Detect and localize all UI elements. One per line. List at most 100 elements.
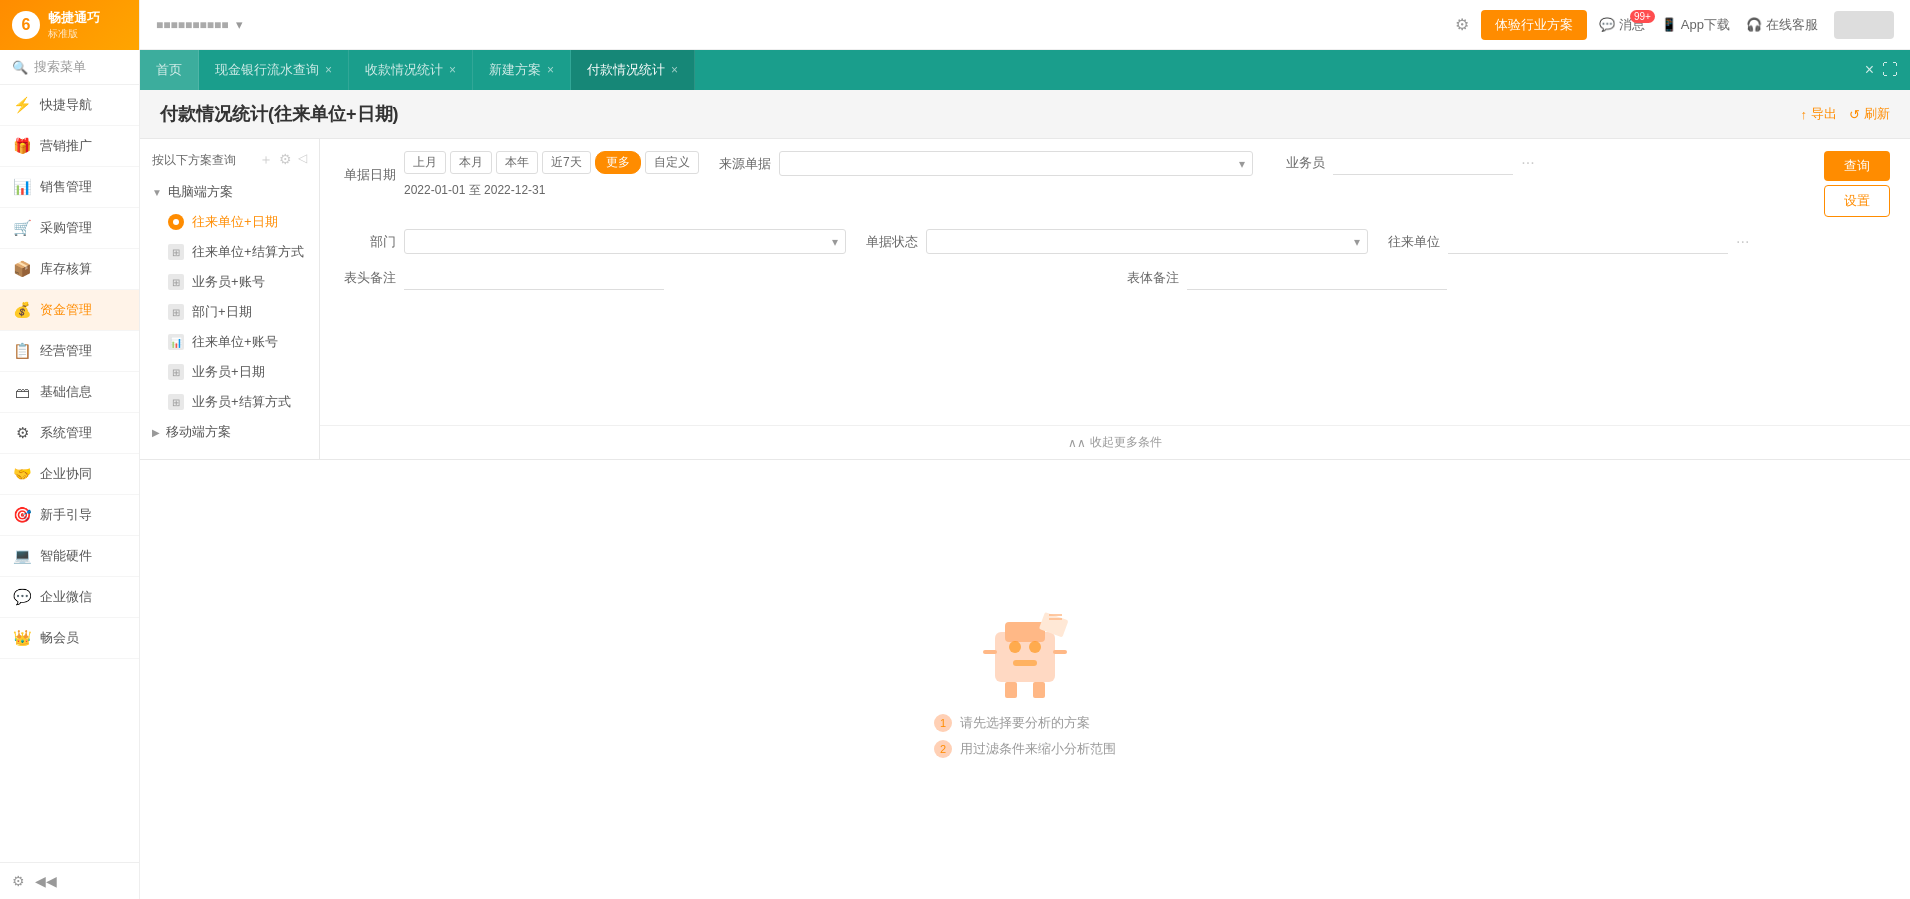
tab-cashflow-label: 现金银行流水查询 (215, 61, 319, 79)
date-btn-more[interactable]: 更多 (595, 151, 641, 174)
sidebar-item-basicinfo[interactable]: 🗃 基础信息 (0, 372, 139, 413)
logo-icon: 6 (12, 11, 40, 39)
desktop-group-arrow: ▼ (152, 187, 162, 198)
scheme-item-sales-account[interactable]: ⊞ 业务员+账号 (140, 267, 319, 297)
query-button[interactable]: 查询 (1824, 151, 1890, 181)
tab-cashflow[interactable]: 现金银行流水查询 × (199, 50, 349, 90)
date-btn-custom[interactable]: 自定义 (645, 151, 699, 174)
service-icon: 🎧 (1746, 17, 1762, 32)
sidebar-item-wecom[interactable]: 💬 企业微信 (0, 577, 139, 618)
filter-body-note-label: 表体备注 (1123, 269, 1179, 287)
scheme-panel-header: 按以下方案查询 ＋ ⚙ ◁ (140, 151, 319, 177)
sidebar-item-funds[interactable]: 💰 资金管理 (0, 290, 139, 331)
sidebar-item-collab-label: 企业协同 (40, 465, 92, 483)
message-icon: 💬 (1599, 17, 1615, 32)
svg-rect-8 (1005, 682, 1017, 698)
sidebar-item-member[interactable]: 👑 畅会员 (0, 618, 139, 659)
trial-industry-button[interactable]: 体验行业方案 (1481, 10, 1587, 40)
close-tab-icon[interactable]: × (1865, 61, 1874, 79)
add-scheme-icon[interactable]: ＋ (259, 151, 273, 169)
filter-body-note-input[interactable] (1187, 266, 1447, 290)
filter-docstatus-select-wrap (926, 229, 1368, 254)
sidebar-item-purchase[interactable]: 🛒 采购管理 (0, 208, 139, 249)
sidebar-item-system[interactable]: ⚙ 系统管理 (0, 413, 139, 454)
sidebar-item-member-label: 畅会员 (40, 629, 79, 647)
date-btn-this-month[interactable]: 本月 (450, 151, 492, 174)
settings-scheme-icon[interactable]: ⚙ (279, 151, 292, 169)
filter-header-note-input[interactable] (404, 266, 664, 290)
filter-source-select[interactable] (779, 151, 1254, 176)
collapse-filter-bar[interactable]: ∧∧ 收起更多条件 (320, 425, 1910, 459)
tab-receipts-close[interactable]: × (449, 63, 456, 77)
topbar-settings-icon[interactable]: ⚙ (1455, 15, 1469, 34)
filter-content: 单据日期 上月 本月 本年 近7天 更多 自定义 20 (320, 139, 1910, 425)
sidebar-item-guide[interactable]: 🎯 新手引导 (0, 495, 139, 536)
sidebar-item-operations[interactable]: 📋 经营管理 (0, 331, 139, 372)
filter-salesman-input[interactable] (1333, 151, 1513, 175)
filter-dept-select[interactable] (404, 229, 846, 254)
sidebar-item-inventory[interactable]: 📦 库存核算 (0, 249, 139, 290)
sidebar-item-marketing[interactable]: 🎁 营销推广 (0, 126, 139, 167)
messages-badge: 99+ (1630, 10, 1655, 23)
date-btn-7days[interactable]: 近7天 (542, 151, 591, 174)
scheme-item-partner-account[interactable]: 📊 往来单位+账号 (140, 327, 319, 357)
app-download-button[interactable]: 📱 App下载 (1661, 16, 1730, 34)
scheme-item-dept-date-label: 部门+日期 (192, 303, 252, 321)
messages-button[interactable]: 💬 消息 99+ (1599, 16, 1645, 34)
scheme-item-dept-date[interactable]: ⊞ 部门+日期 (140, 297, 319, 327)
collapse-filter-label: 收起更多条件 (1090, 434, 1162, 451)
filter-partner-more-icon[interactable]: ··· (1736, 233, 1749, 251)
tab-cashflow-close[interactable]: × (325, 63, 332, 77)
tab-newscheme[interactable]: 新建方案 × (473, 50, 571, 90)
maximize-tab-icon[interactable]: ⛶ (1882, 61, 1898, 79)
settings-button[interactable]: 设置 (1824, 185, 1890, 217)
filter-source-label: 来源单据 (715, 155, 771, 173)
settings-bottom-icon[interactable]: ⚙ (12, 873, 25, 889)
scheme-item-sales-settlement[interactable]: ⊞ 业务员+结算方式 (140, 387, 319, 417)
scheme-item-sales-date[interactable]: ⊞ 业务员+日期 (140, 357, 319, 387)
tab-newscheme-close[interactable]: × (547, 63, 554, 77)
export-button[interactable]: ↑ 导出 (1801, 105, 1838, 123)
app-logo: 6 畅捷通巧 标准版 (0, 0, 139, 50)
filter-salesman-more-icon[interactable]: ··· (1521, 154, 1534, 172)
collapse-sidebar-icon[interactable]: ◀◀ (35, 873, 57, 889)
tab-bar: 首页 现金银行流水查询 × 收款情况统计 × 新建方案 × 付款情况统计 × ×… (140, 50, 1910, 90)
filter-body-note-item: 表体备注 (1123, 266, 1890, 290)
download-icon: 📱 (1661, 17, 1677, 32)
scheme-mobile-group: ▶ 移动端方案 (140, 417, 319, 447)
search-menu-item[interactable]: 🔍 搜索菜单 (0, 50, 139, 85)
breadcrumb-dropdown-icon[interactable]: ▾ (236, 17, 243, 32)
scheme-item-partner-date[interactable]: 往来单位+日期 (140, 207, 319, 237)
tab-payments[interactable]: 付款情况统计 × (571, 50, 695, 90)
tab-payments-label: 付款情况统计 (587, 61, 665, 79)
filter-docstatus-select[interactable] (926, 229, 1368, 254)
online-service-button[interactable]: 🎧 在线客服 (1746, 16, 1818, 34)
refresh-button[interactable]: ↺ 刷新 (1849, 105, 1890, 123)
collapse-scheme-icon[interactable]: ◁ (298, 151, 307, 169)
sidebar-item-quicknav[interactable]: ⚡ 快捷导航 (0, 85, 139, 126)
filter-salesman-item: 业务员 ··· (1269, 151, 1808, 175)
date-btn-last-month[interactable]: 上月 (404, 151, 446, 174)
sidebar-item-hardware-label: 智能硬件 (40, 547, 92, 565)
sidebar-item-collab[interactable]: 🤝 企业协同 (0, 454, 139, 495)
filter-row-3: 表头备注 表体备注 (340, 266, 1890, 290)
desktop-group-label: 电脑端方案 (168, 183, 233, 201)
scheme-mobile-header[interactable]: ▶ 移动端方案 (140, 417, 319, 447)
scheme-item-partner-settlement[interactable]: ⊞ 往来单位+结算方式 (140, 237, 319, 267)
filter-partner-input[interactable] (1448, 230, 1728, 254)
tab-home[interactable]: 首页 (140, 50, 199, 90)
tab-payments-close[interactable]: × (671, 63, 678, 77)
sidebar-item-sales[interactable]: 📊 销售管理 (0, 167, 139, 208)
export-icon: ↑ (1801, 107, 1808, 122)
tab-receipts[interactable]: 收款情况统计 × (349, 50, 473, 90)
topbar-right: 💬 消息 99+ 📱 App下载 🎧 在线客服 (1599, 11, 1894, 39)
scheme-desktop-group: ▼ 电脑端方案 往来单位+日期 ⊞ 往来单位+结算方式 ⊞ (140, 177, 319, 417)
wecom-icon: 💬 (12, 587, 32, 607)
filter-docstatus-label: 单据状态 (862, 233, 918, 251)
sidebar-item-hardware[interactable]: 💻 智能硬件 (0, 536, 139, 577)
user-avatar[interactable] (1834, 11, 1894, 39)
date-btn-this-year[interactable]: 本年 (496, 151, 538, 174)
empty-tips: 1 请先选择要分析的方案 2 用过滤条件来缩小分析范围 (934, 714, 1116, 758)
filter-docstatus-item: 单据状态 (862, 229, 1368, 254)
scheme-desktop-header[interactable]: ▼ 电脑端方案 (140, 177, 319, 207)
